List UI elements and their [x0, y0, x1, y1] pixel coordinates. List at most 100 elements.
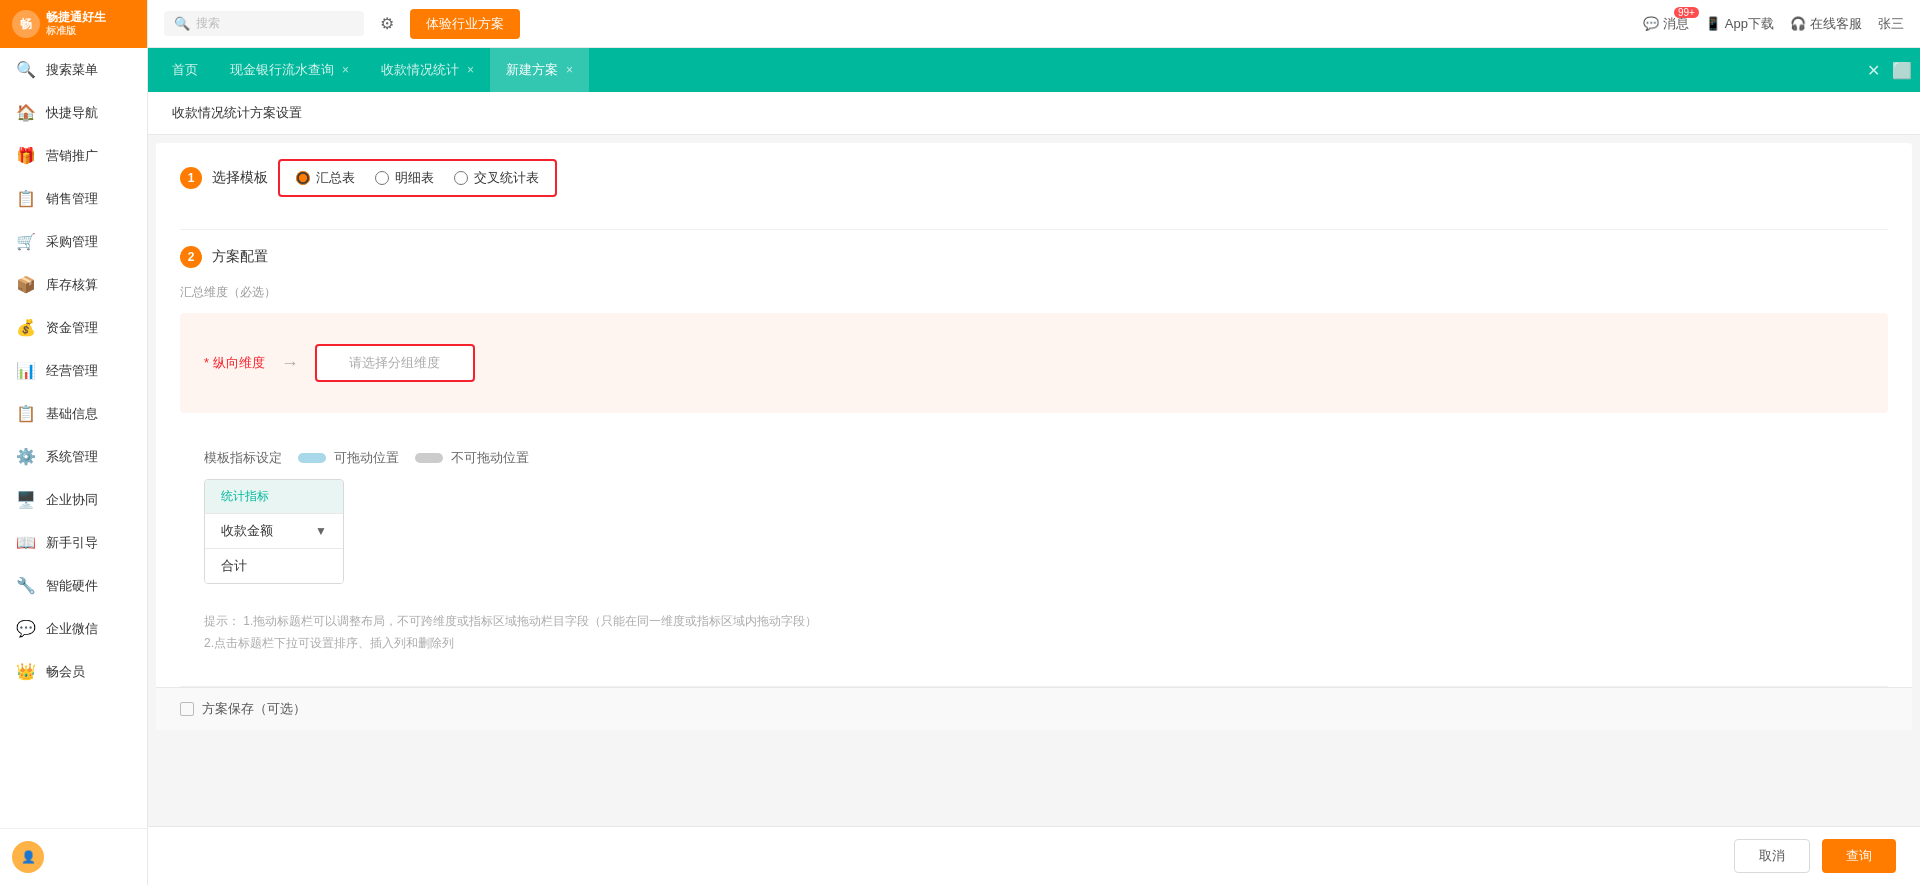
sidebar-item-smart-hw[interactable]: 🔧 智能硬件 [0, 564, 147, 607]
sidebar-item-search-menu[interactable]: 🔍 搜索菜单 [0, 48, 147, 91]
download-icon: 📱 [1705, 16, 1721, 31]
logo-icon: 畅 [12, 10, 40, 38]
dim-placeholder-box[interactable]: 请选择分组维度 [315, 344, 475, 382]
sidebar-label-system: 系统管理 [46, 448, 98, 466]
step1-header: 1 选择模板 汇总表 明细表 交叉统计表 [180, 159, 1888, 197]
logo-text: 畅捷通好生 [46, 10, 106, 24]
sidebar-icon-sales: 📋 [16, 189, 36, 208]
radio-input-cross[interactable] [454, 171, 468, 185]
message-badge[interactable]: 💬 消息 99+ [1643, 15, 1689, 33]
sidebar-item-purchase[interactable]: 🛒 采购管理 [0, 220, 147, 263]
radio-input-detail[interactable] [375, 171, 389, 185]
message-icon: 💬 [1643, 16, 1659, 31]
tips-section: 提示： 1.拖动标题栏可以调整布局，不可跨维度或指标区域拖动栏目字段（只能在同一… [180, 603, 1888, 670]
search-bar[interactable]: 🔍 搜索 [164, 11, 364, 36]
step2-section: 2 方案配置 汇总维度（必选） 纵向维度 → 请选择分组维度 [156, 230, 1912, 686]
tab-bank-flow[interactable]: 现金银行流水查询× [214, 48, 365, 92]
service-label: 在线客服 [1810, 15, 1862, 33]
legend-nodrag-dot [415, 453, 443, 463]
cell-label: 收款金额 [221, 522, 273, 540]
search-placeholder: 搜索 [196, 15, 220, 32]
sidebar-item-member[interactable]: 👑 畅会员 [0, 650, 147, 693]
tab-close-receipt-stat[interactable]: × [467, 64, 474, 76]
step1-section: 1 选择模板 汇总表 明细表 交叉统计表 [156, 143, 1912, 229]
sidebar-icon-newbie: 📖 [16, 533, 36, 552]
sidebar-label-sales: 销售管理 [46, 190, 98, 208]
topbar-right: 💬 消息 99+ 📱 App下载 🎧 在线客服 张三 [1643, 15, 1904, 33]
sidebar-item-wechat[interactable]: 💬 企业微信 [0, 607, 147, 650]
badge-count: 99+ [1674, 7, 1699, 18]
sidebar-label-enterprise: 企业协同 [46, 491, 98, 509]
radio-cross[interactable]: 交叉统计表 [454, 169, 539, 187]
main-area: 🔍 搜索 ⚙ 体验行业方案 💬 消息 99+ 📱 App下载 🎧 在线客服 张三… [148, 0, 1920, 885]
sidebar-item-operations[interactable]: 📊 经营管理 [0, 349, 147, 392]
tab-receipt-stat[interactable]: 收款情况统计 × [365, 48, 490, 92]
sidebar-icon-quick-nav: 🏠 [16, 103, 36, 122]
dim-row: 纵向维度 → 请选择分组维度 [204, 344, 475, 382]
sidebar-label-funds: 资金管理 [46, 319, 98, 337]
query-button[interactable]: 查询 [1822, 839, 1896, 873]
cell-dropdown-icon[interactable]: ▼ [315, 524, 327, 538]
save-option[interactable]: 方案保存（可选） [180, 700, 306, 718]
legend-drag-dot [298, 453, 326, 463]
step2-title: 方案配置 [212, 248, 268, 266]
tab-close-bank-flow[interactable]: × [342, 64, 349, 76]
sidebar-item-newbie[interactable]: 📖 新手引导 [0, 521, 147, 564]
tab-close-new-plan[interactable]: × [566, 64, 573, 76]
sidebar-label-search-menu: 搜索菜单 [46, 61, 98, 79]
main-panel: 1 选择模板 汇总表 明细表 交叉统计表 2 方案配置 [156, 143, 1912, 730]
sidebar-item-quick-nav[interactable]: 🏠 快捷导航 [0, 91, 147, 134]
indicator-cell-收款金额: 收款金额 ▼ [205, 513, 343, 548]
content-area: 收款情况统计方案设置 1 选择模板 汇总表 明细表 交叉统计表 [148, 92, 1920, 826]
dim-config-area: 纵向维度 → 请选择分组维度 [180, 313, 1888, 413]
avatar: 👤 [12, 841, 44, 873]
radio-detail[interactable]: 明细表 [375, 169, 434, 187]
dim-arrow-icon: → [281, 353, 299, 374]
user-name[interactable]: 张三 [1878, 15, 1904, 33]
sidebar-item-funds[interactable]: 💰 资金管理 [0, 306, 147, 349]
sidebar-item-marketing[interactable]: 🎁 营销推广 [0, 134, 147, 177]
sidebar-icon-marketing: 🎁 [16, 146, 36, 165]
service-icon: 🎧 [1790, 16, 1806, 31]
tab-home[interactable]: 首页 [156, 48, 214, 92]
radio-label-detail: 明细表 [395, 169, 434, 187]
tip1: 提示： 1.拖动标题栏可以调整布局，不可跨维度或指标区域拖动栏目字段（只能在同一… [204, 611, 1864, 633]
dim-label: 汇总维度（必选） [180, 284, 1888, 301]
sidebar-icon-funds: 💰 [16, 318, 36, 337]
radio-summary[interactable]: 汇总表 [296, 169, 355, 187]
tabbar-actions: ✕ ⬜ [1867, 61, 1912, 80]
legend-drag: 可拖动位置 [298, 449, 399, 467]
online-service[interactable]: 🎧 在线客服 [1790, 15, 1862, 33]
logo-edition: 标准版 [46, 24, 106, 38]
step2-badge: 2 [180, 246, 202, 268]
logo: 畅 畅捷通好生 标准版 [0, 0, 147, 48]
tab-label-receipt-stat: 收款情况统计 [381, 61, 459, 79]
tab-bar: 首页现金银行流水查询× 收款情况统计 × 新建方案 × ✕ ⬜ [148, 48, 1920, 92]
radio-label-cross: 交叉统计表 [474, 169, 539, 187]
sidebar-item-inventory[interactable]: 📦 库存核算 [0, 263, 147, 306]
maximize-icon[interactable]: ⬜ [1892, 61, 1912, 80]
sidebar-label-operations: 经营管理 [46, 362, 98, 380]
page-header: 收款情况统计方案设置 [148, 92, 1920, 135]
sidebar-item-sales[interactable]: 📋 销售管理 [0, 177, 147, 220]
close-window-icon[interactable]: ✕ [1867, 61, 1880, 80]
radio-input-summary[interactable] [296, 171, 310, 185]
sidebar-item-enterprise[interactable]: 🖥️ 企业协同 [0, 478, 147, 521]
app-download[interactable]: 📱 App下载 [1705, 15, 1774, 33]
step1-badge: 1 [180, 167, 202, 189]
gear-icon[interactable]: ⚙ [380, 14, 394, 33]
indicator-header: 模板指标设定 可拖动位置 不可拖动位置 [204, 449, 1864, 467]
cancel-button[interactable]: 取消 [1734, 839, 1810, 873]
sidebar-item-system[interactable]: ⚙️ 系统管理 [0, 435, 147, 478]
step1-title: 选择模板 [212, 169, 268, 187]
footer: 取消 查询 [148, 826, 1920, 885]
sidebar-label-smart-hw: 智能硬件 [46, 577, 98, 595]
trial-button[interactable]: 体验行业方案 [410, 9, 520, 39]
save-checkbox[interactable] [180, 702, 194, 716]
sidebar-menu: 🔍 搜索菜单 🏠 快捷导航 🎁 营销推广 📋 销售管理 🛒 采购管理 📦 库存核… [0, 48, 147, 693]
download-label: App下载 [1725, 15, 1774, 33]
tab-new-plan[interactable]: 新建方案 × [490, 48, 589, 92]
sidebar-item-basic-info[interactable]: 📋 基础信息 [0, 392, 147, 435]
indicator-table-header: 统计指标 [205, 480, 343, 513]
tab-label-new-plan: 新建方案 [506, 61, 558, 79]
